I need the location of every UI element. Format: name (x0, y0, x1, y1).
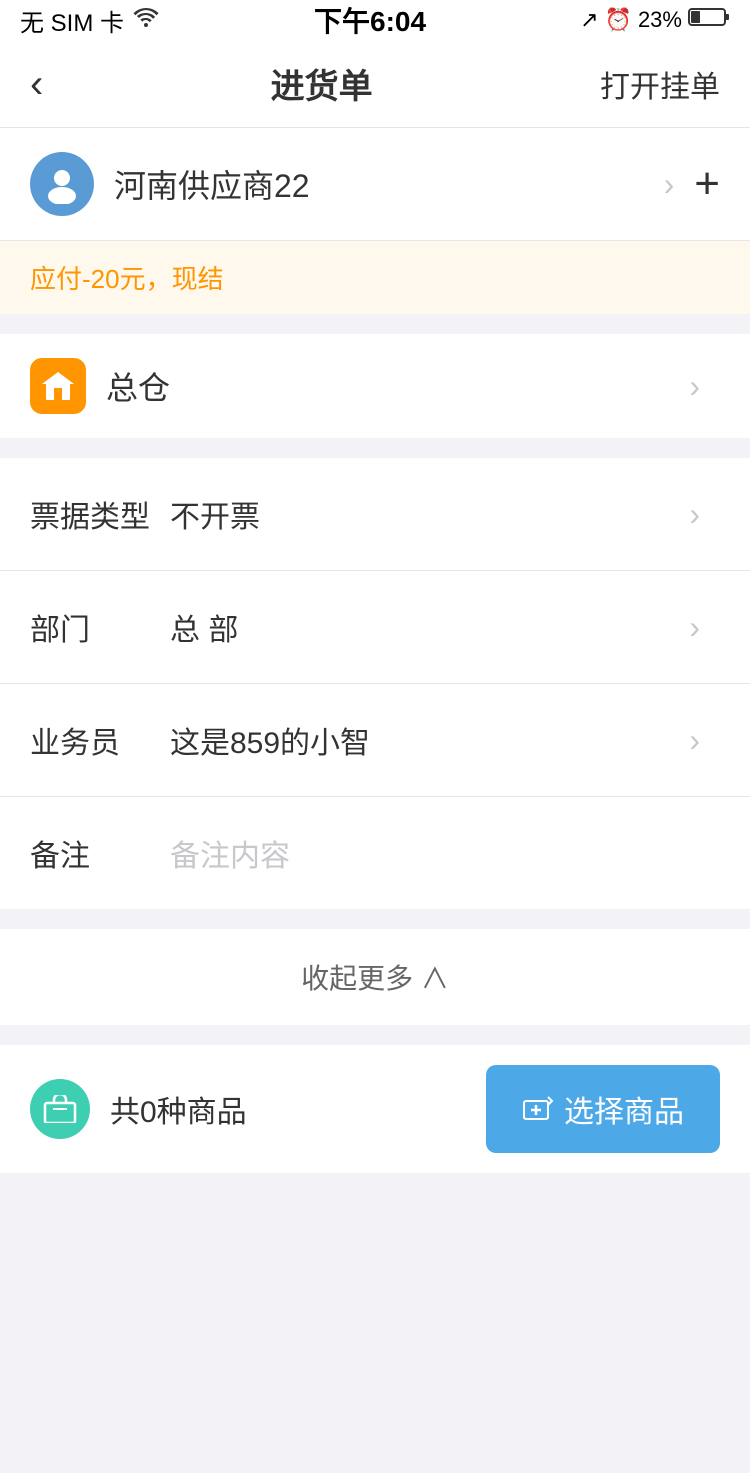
salesperson-label: 业务员 (30, 718, 170, 762)
status-right: ↗ ⏰ 23% (580, 6, 730, 34)
department-label: 部门 (30, 605, 170, 649)
battery-icon (688, 6, 730, 34)
back-button[interactable]: ‹ (30, 64, 43, 104)
warehouse-chevron-icon: › (689, 368, 700, 405)
warehouse-icon (30, 358, 86, 414)
collapse-label: 收起更多 ∧ (301, 963, 449, 994)
remark-label: 备注 (30, 831, 170, 875)
invoice-type-value: 不开票 (170, 492, 689, 536)
salesperson-row[interactable]: 业务员 这是859的小智 › (0, 684, 750, 797)
status-time: 下午6:04 (314, 0, 426, 40)
warehouse-label: 总仓 (106, 363, 689, 409)
form-section: 票据类型 不开票 › 部门 总 部 › 业务员 这是859的小智 › 备注 备注… (0, 458, 750, 909)
department-row[interactable]: 部门 总 部 › (0, 571, 750, 684)
supplier-section: 河南供应商22 › + (0, 128, 750, 241)
invoice-chevron-icon: › (689, 496, 700, 533)
status-left: 无 SIM 卡 (20, 3, 160, 38)
warehouse-row[interactable]: 总仓 › (0, 334, 750, 438)
invoice-type-row[interactable]: 票据类型 不开票 › (0, 458, 750, 571)
supplier-name: 河南供应商22 (114, 161, 664, 207)
remark-row[interactable]: 备注 备注内容 (0, 797, 750, 909)
salesperson-value: 这是859的小智 (170, 718, 689, 762)
invoice-type-label: 票据类型 (30, 492, 170, 536)
salesperson-chevron-icon: › (689, 722, 700, 759)
notice-text: 应付-20元，现结 (30, 264, 224, 294)
battery-percent: 23% (638, 7, 682, 33)
nav-bar: ‹ 进货单 打开挂单 (0, 40, 750, 128)
department-value: 总 部 (170, 605, 689, 649)
notice-bar: 应付-20元，现结 (0, 241, 750, 314)
supplier-avatar (30, 152, 94, 216)
product-icon (30, 1079, 90, 1139)
supplier-chevron-icon: › (664, 166, 675, 203)
status-bar: 无 SIM 卡 下午6:04 ↗ ⏰ 23% (0, 0, 750, 40)
open-pending-button[interactable]: 打开挂单 (600, 62, 720, 106)
signal-text: 无 SIM 卡 (20, 3, 124, 38)
select-product-button[interactable]: 选择商品 (486, 1065, 720, 1153)
wifi-icon (132, 6, 160, 34)
remark-placeholder: 备注内容 (170, 831, 720, 875)
department-chevron-icon: › (689, 609, 700, 646)
alarm-icon: ⏰ (605, 7, 632, 33)
location-icon: ↗ (580, 7, 598, 33)
add-supplier-button[interactable]: + (694, 162, 720, 206)
page-title: 进货单 (271, 59, 373, 108)
content: 河南供应商22 › + 应付-20元，现结 总仓 › 票据类型 不开票 › 部门… (0, 128, 750, 1473)
product-count-text: 共0种商品 (110, 1087, 466, 1131)
supplier-row[interactable]: 河南供应商22 › + (0, 128, 750, 241)
bottom-bar: 共0种商品 选择商品 (0, 1045, 750, 1173)
select-product-label: 选择商品 (564, 1087, 684, 1131)
gray-area (0, 1173, 750, 1473)
collapse-button[interactable]: 收起更多 ∧ (0, 929, 750, 1025)
